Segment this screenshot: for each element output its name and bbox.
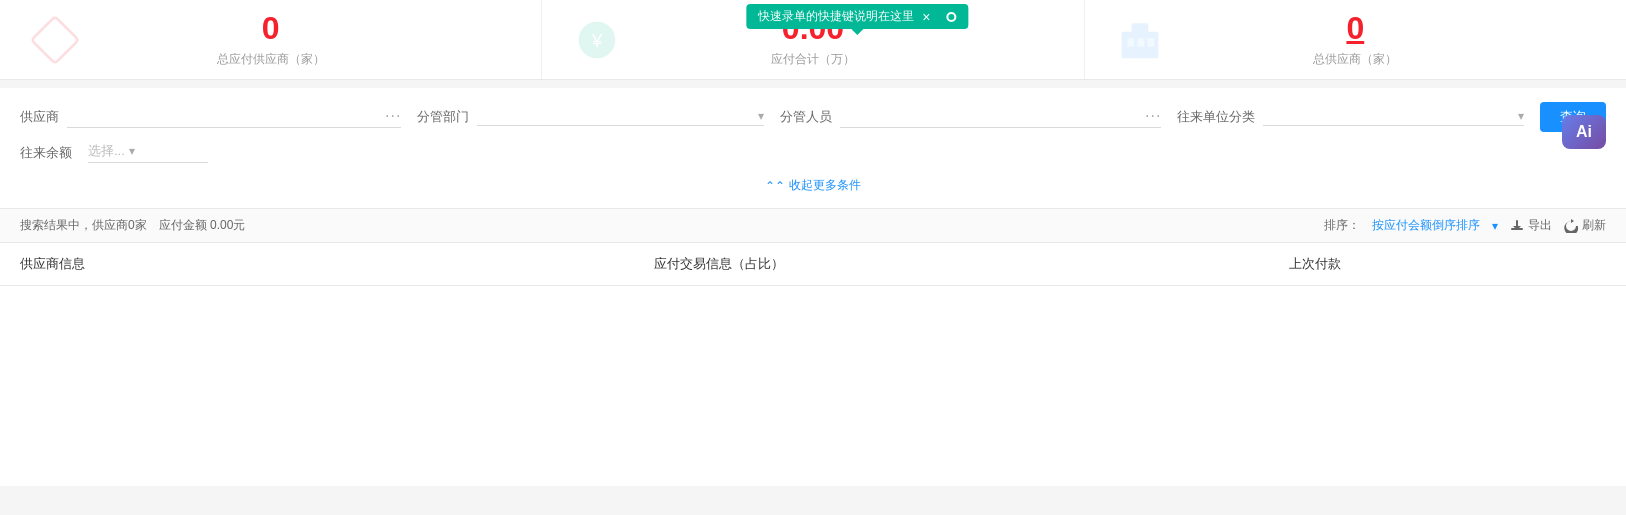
top-stats-section: 0 总应付供应商（家） ¥ 快速录单的快捷键说明在这里 × 0.00 应付合计（… — [0, 0, 1626, 80]
collapse-up-icon: ⌃⌃ — [765, 179, 785, 193]
svg-rect-7 — [1147, 38, 1154, 46]
svg-rect-0 — [31, 16, 78, 63]
tooltip-bar: 快速录单的快捷键说明在这里 × — [746, 4, 968, 29]
balance-label: 往来余额 — [20, 144, 72, 162]
unit-class-arrow-icon: ▾ — [1518, 109, 1524, 123]
search-row-1: 供应商 ··· 分管部门 ▾ 分管人员 ··· 往来单位分类 — [20, 102, 1606, 132]
tooltip-text: 快速录单的快捷键说明在这里 — [758, 8, 914, 25]
balance-select[interactable]: 选择... ▾ — [88, 142, 208, 163]
stat-block-payable-suppliers: 0 总应付供应商（家） — [0, 0, 542, 79]
dept-dropdown[interactable]: ▾ — [477, 109, 764, 126]
result-bar-right: 排序： 按应付会额倒序排序 ▾ 导出 刷新 — [1324, 217, 1606, 234]
dept-label: 分管部门 — [417, 108, 469, 126]
result-bar: 搜索结果中，供应商0家 应付金额 0.00元 排序： 按应付会额倒序排序 ▾ 导… — [0, 209, 1626, 243]
sort-label: 排序： — [1324, 217, 1360, 234]
person-dots-button[interactable]: ··· — [1145, 107, 1161, 125]
building-icon — [1115, 15, 1165, 65]
dept-arrow-icon: ▾ — [758, 109, 764, 123]
refresh-icon — [1564, 219, 1578, 233]
result-summary: 搜索结果中，供应商0家 — [20, 217, 147, 234]
export-label: 导出 — [1528, 217, 1552, 234]
unit-class-field: 往来单位分类 ▾ — [1177, 108, 1524, 126]
export-button[interactable]: 导出 — [1510, 217, 1552, 234]
total-suppliers-number: 0 — [1346, 11, 1364, 46]
col-last-payment: 上次付款 — [1289, 255, 1606, 273]
stat-block-payable-total: ¥ 快速录单的快捷键说明在这里 × 0.00 应付合计（万） — [542, 0, 1084, 79]
collapse-button[interactable]: ⌃⌃ 收起更多条件 — [765, 177, 861, 194]
result-bar-left: 搜索结果中，供应商0家 应付金额 0.00元 — [20, 217, 245, 234]
supplier-field: 供应商 ··· — [20, 107, 401, 128]
svg-rect-4 — [1131, 23, 1148, 33]
col-supplier-info: 供应商信息 — [20, 255, 654, 273]
search-area: 供应商 ··· 分管部门 ▾ 分管人员 ··· 往来单位分类 — [0, 88, 1626, 209]
unit-class-dropdown[interactable]: ▾ — [1263, 109, 1524, 126]
svg-rect-5 — [1127, 38, 1134, 46]
refresh-label: 刷新 — [1582, 217, 1606, 234]
balance-arrow-icon: ▾ — [129, 144, 135, 158]
supplier-dots-button[interactable]: ··· — [385, 107, 401, 125]
ai-badge-button[interactable]: Ai — [1562, 115, 1606, 149]
stat-block-total-suppliers: 0 总供应商（家） — [1085, 0, 1626, 79]
person-input-wrap: ··· — [840, 107, 1161, 128]
export-icon — [1510, 219, 1524, 233]
tooltip-dot — [947, 12, 957, 22]
person-input[interactable] — [840, 108, 1141, 123]
payable-suppliers-number: 0 — [262, 11, 280, 46]
balance-field: 往来余额 选择... ▾ — [20, 142, 208, 163]
svg-text:¥: ¥ — [591, 29, 603, 50]
search-row-2: 往来余额 选择... ▾ — [20, 142, 1606, 163]
refresh-button[interactable]: 刷新 — [1564, 217, 1606, 234]
sort-arrow-icon[interactable]: ▾ — [1492, 219, 1498, 233]
collapse-row: ⌃⌃ 收起更多条件 — [20, 173, 1606, 202]
supplier-input[interactable] — [67, 108, 381, 123]
tooltip-close-button[interactable]: × — [922, 10, 930, 24]
unit-class-label: 往来单位分类 — [1177, 108, 1255, 126]
pig-icon: ¥ — [572, 15, 622, 65]
table-body — [0, 286, 1626, 486]
person-field: 分管人员 ··· — [780, 107, 1161, 128]
sort-value[interactable]: 按应付会额倒序排序 — [1372, 217, 1480, 234]
supplier-label: 供应商 — [20, 108, 59, 126]
col-payable-info: 应付交易信息（占比） — [654, 255, 1288, 273]
payable-suppliers-label: 总应付供应商（家） — [217, 51, 325, 68]
result-amount: 应付金额 0.00元 — [159, 217, 246, 234]
payable-total-label: 应付合计（万） — [771, 51, 855, 68]
collapse-label: 收起更多条件 — [789, 177, 861, 194]
dept-field: 分管部门 ▾ — [417, 108, 764, 126]
svg-rect-6 — [1137, 38, 1144, 46]
person-label: 分管人员 — [780, 108, 832, 126]
supplier-input-wrap: ··· — [67, 107, 401, 128]
diamond-icon — [30, 15, 80, 65]
table-header: 供应商信息 应付交易信息（占比） 上次付款 — [0, 243, 1626, 286]
total-suppliers-label: 总供应商（家） — [1313, 51, 1397, 68]
balance-placeholder: 选择... — [88, 142, 125, 160]
